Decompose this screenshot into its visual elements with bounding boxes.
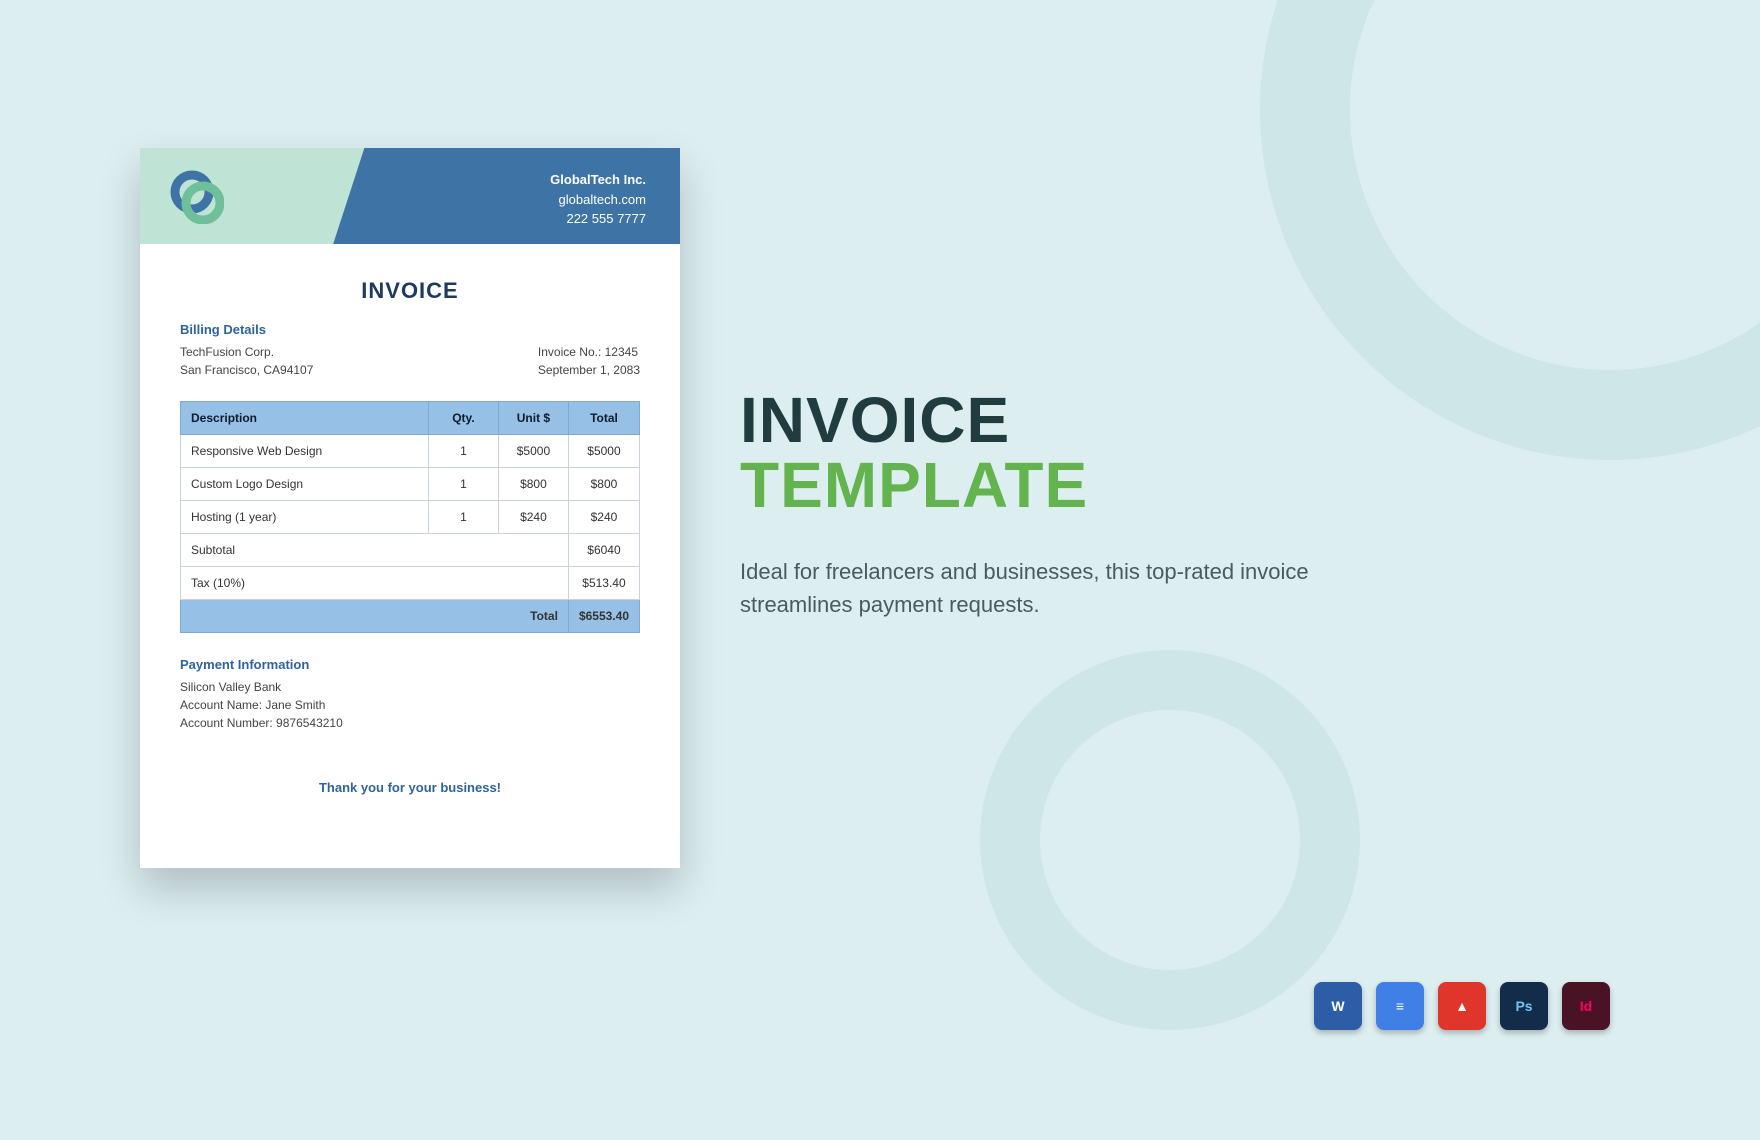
indesign-icon[interactable]: Id: [1562, 982, 1610, 1030]
promo-headline: INVOICE TEMPLATE Ideal for freelancers a…: [740, 388, 1340, 621]
word-icon[interactable]: W: [1314, 982, 1362, 1030]
thank-you: Thank you for your business!: [180, 780, 640, 795]
bill-to-address: San Francisco, CA94107: [180, 361, 313, 379]
billing-details: TechFusion Corp. San Francisco, CA94107 …: [180, 343, 640, 379]
table-row: Custom Logo Design 1 $800 $800: [181, 468, 640, 501]
invoice-page: GlobalTech Inc. globaltech.com 222 555 7…: [140, 148, 680, 868]
bill-to-company: TechFusion Corp.: [180, 343, 313, 361]
company-phone: 222 555 7777: [550, 209, 646, 229]
decorative-ring: [980, 650, 1360, 1030]
tax-row: Tax (10%) $513.40: [181, 567, 640, 600]
table-row: Responsive Web Design 1 $5000 $5000: [181, 435, 640, 468]
table-row: Hosting (1 year) 1 $240 $240: [181, 501, 640, 534]
format-icons: W ≡ ▲ Ps Id: [1314, 982, 1610, 1030]
invoice-header: GlobalTech Inc. globaltech.com 222 555 7…: [140, 148, 680, 244]
invoice-number: Invoice No.: 12345: [538, 343, 640, 361]
subtotal-row: Subtotal $6040: [181, 534, 640, 567]
col-qty: Qty.: [428, 402, 498, 435]
col-total: Total: [568, 402, 639, 435]
invoice-title: INVOICE: [180, 278, 640, 304]
invoice-date: September 1, 2083: [538, 361, 640, 379]
pdf-icon[interactable]: ▲: [1438, 982, 1486, 1030]
total-row: Total $6553.40: [181, 600, 640, 633]
gdocs-icon[interactable]: ≡: [1376, 982, 1424, 1030]
col-unit: Unit $: [498, 402, 568, 435]
promo-subtitle: Ideal for freelancers and businesses, th…: [740, 555, 1340, 621]
billing-details-label: Billing Details: [180, 322, 640, 337]
payment-info: Silicon Valley Bank Account Name: Jane S…: [180, 678, 640, 732]
company-logo-icon: [170, 170, 224, 229]
title-line-1: INVOICE: [740, 388, 1340, 453]
company-website: globaltech.com: [550, 190, 646, 210]
company-name: GlobalTech Inc.: [550, 170, 646, 190]
account-name: Account Name: Jane Smith: [180, 696, 640, 714]
col-description: Description: [181, 402, 429, 435]
payment-info-label: Payment Information: [180, 657, 640, 672]
company-block: GlobalTech Inc. globaltech.com 222 555 7…: [550, 170, 646, 229]
photoshop-icon[interactable]: Ps: [1500, 982, 1548, 1030]
title-line-2: TEMPLATE: [740, 453, 1340, 518]
line-items-table: Description Qty. Unit $ Total Responsive…: [180, 401, 640, 633]
account-number: Account Number: 9876543210: [180, 714, 640, 732]
bank-name: Silicon Valley Bank: [180, 678, 640, 696]
